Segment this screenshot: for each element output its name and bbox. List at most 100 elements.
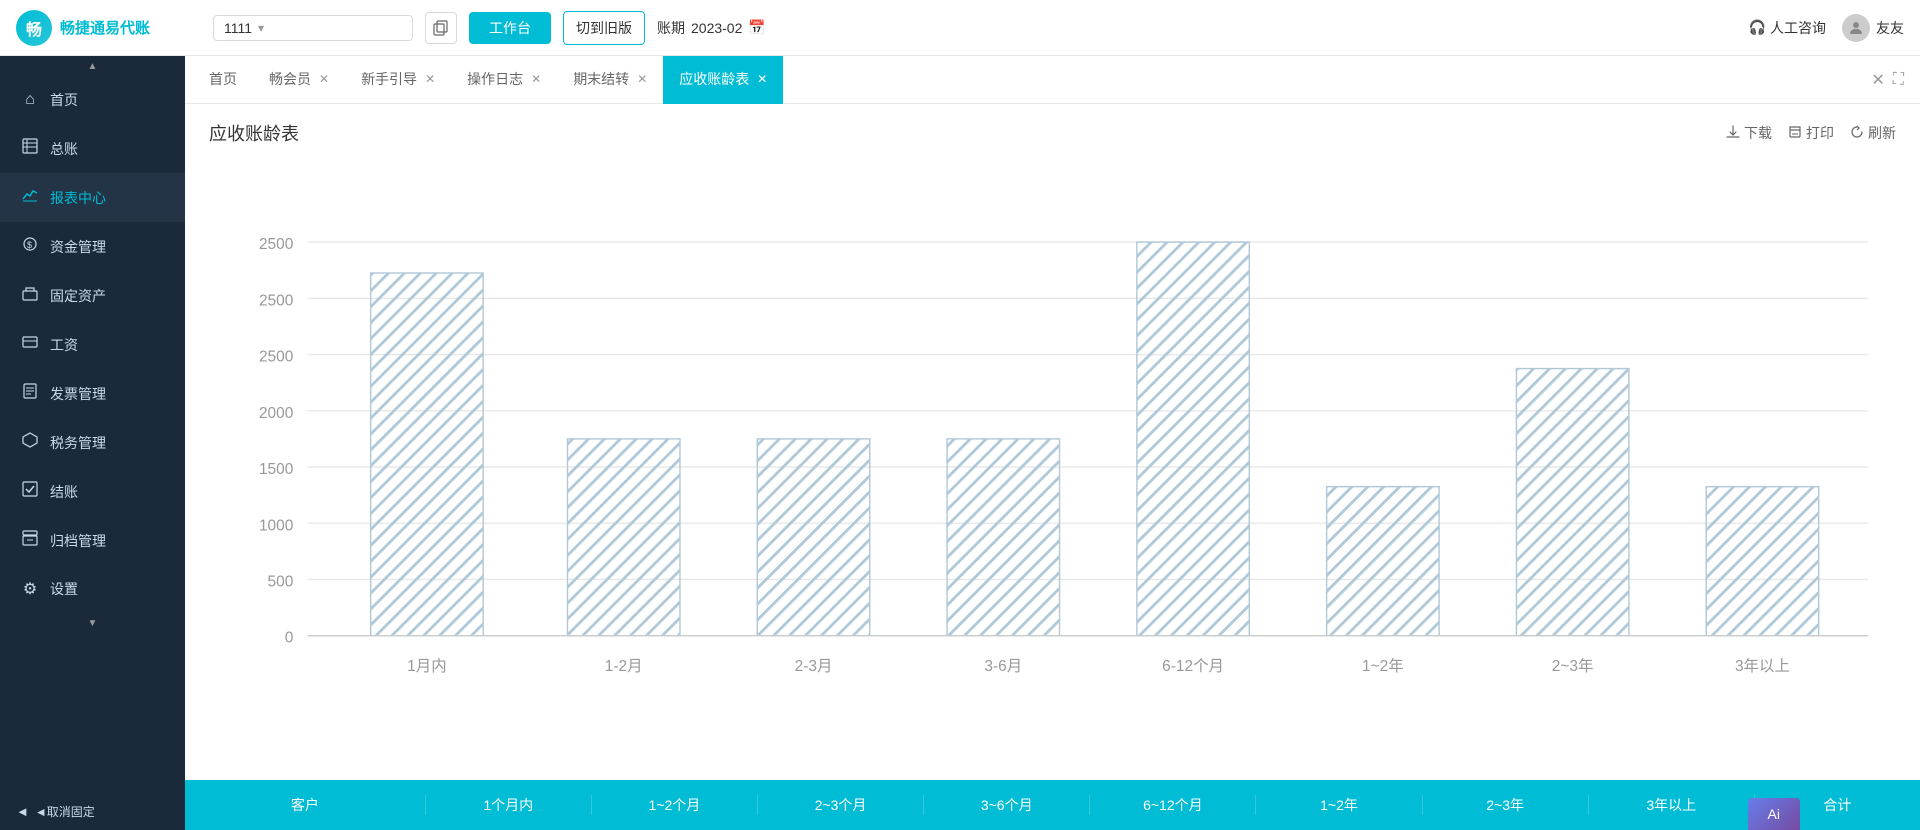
tax-icon	[20, 432, 40, 453]
avatar	[1842, 14, 1870, 42]
sidebar-item-funds[interactable]: $ 资金管理	[0, 222, 185, 271]
page-content: 应收账龄表 下载 打印	[185, 104, 1920, 830]
print-label: 打印	[1806, 123, 1834, 143]
tab-label: 畅会员	[269, 69, 311, 89]
sidebar-item-label: 税务管理	[50, 433, 106, 453]
user-label: 友友	[1876, 18, 1904, 38]
chevron-down-icon: ▾	[258, 21, 264, 35]
chart-area: 0 500 1000 1500 2000 2500 2500 2500	[185, 154, 1920, 780]
table-col-1m: 1个月内	[426, 795, 592, 815]
tab-label: 首页	[209, 69, 237, 89]
svg-text:1000: 1000	[259, 517, 293, 534]
tab-close-icon[interactable]: ✕	[531, 72, 541, 86]
checkout-icon	[20, 481, 40, 502]
tab-label: 应收账龄表	[679, 69, 749, 89]
sidebar-item-invoice[interactable]: 发票管理	[0, 369, 185, 418]
user-area[interactable]: 友友	[1842, 14, 1904, 42]
svg-text:1月内: 1月内	[407, 657, 447, 675]
archive-icon	[20, 530, 40, 551]
copy-button[interactable]	[425, 12, 457, 44]
close-all-icon[interactable]: ✕	[1871, 70, 1884, 90]
sidebar-item-archive[interactable]: 归档管理	[0, 516, 185, 565]
svg-text:2500: 2500	[259, 349, 293, 366]
table-col-2-3m: 2~3个月	[758, 795, 924, 815]
refresh-button[interactable]: 刷新	[1850, 123, 1896, 143]
tab-member[interactable]: 畅会员 ✕	[253, 56, 345, 104]
sidebar-item-salary[interactable]: 工资	[0, 320, 185, 369]
tab-period-end[interactable]: 期末结转 ✕	[557, 56, 663, 104]
sidebar-item-ledger[interactable]: 总账	[0, 124, 185, 173]
sidebar-item-label: 固定资产	[50, 286, 106, 306]
svg-text:2500: 2500	[259, 292, 293, 309]
table-header: 客户 1个月内 1~2个月 2~3个月 3~6个月 6~12个月 1~2年 2~…	[185, 780, 1920, 830]
content-area: 首页 畅会员 ✕ 新手引导 ✕ 操作日志 ✕ 期末结转 ✕ 应收账龄表 ✕	[185, 56, 1920, 830]
tab-close-icon[interactable]: ✕	[757, 72, 767, 86]
salary-icon	[20, 334, 40, 355]
svg-text:2~3年: 2~3年	[1552, 657, 1594, 675]
consult-button[interactable]: 🎧 人工咨询	[1749, 18, 1826, 38]
main-layout: ▲ ⌂ 首页 总账 报表中心 $ 资金管理 固定资产	[0, 56, 1920, 830]
tab-label: 期末结转	[573, 69, 629, 89]
tab-oplog[interactable]: 操作日志 ✕	[451, 56, 557, 104]
sidebar: ▲ ⌂ 首页 总账 报表中心 $ 资金管理 固定资产	[0, 56, 185, 830]
sidebar-item-tax[interactable]: 税务管理	[0, 418, 185, 467]
tab-close-icon[interactable]: ✕	[425, 72, 435, 86]
tab-close-icon[interactable]: ✕	[319, 72, 329, 86]
tab-close-icon[interactable]: ✕	[637, 72, 647, 86]
table-col-1-2y: 1~2年	[1256, 795, 1422, 815]
tab-guide[interactable]: 新手引导 ✕	[345, 56, 451, 104]
invoice-icon	[20, 383, 40, 404]
download-icon	[1726, 125, 1740, 142]
table-col-customer: 客户	[185, 795, 426, 815]
sidebar-item-reports[interactable]: 报表中心	[0, 173, 185, 222]
tab-home[interactable]: 首页	[193, 56, 253, 104]
print-icon	[1788, 125, 1802, 142]
svg-text:3年以上: 3年以上	[1735, 657, 1790, 675]
svg-text:2-3月: 2-3月	[795, 658, 833, 675]
calendar-icon[interactable]: 📅	[748, 19, 765, 36]
sidebar-item-label: 设置	[50, 579, 78, 599]
old-version-button[interactable]: 切到旧版	[563, 11, 645, 45]
period-label: 账期	[657, 18, 685, 38]
cancel-fixed-button[interactable]: ◄ ◄取消固定	[0, 793, 185, 830]
table-col-3-6m: 3~6个月	[924, 795, 1090, 815]
ai-badge[interactable]: Ai	[1748, 798, 1800, 830]
sidebar-scroll-up[interactable]: ▲	[0, 56, 185, 76]
logo-icon: 畅	[16, 10, 52, 46]
svg-text:2000: 2000	[259, 405, 293, 422]
funds-icon: $	[20, 236, 40, 257]
tab-label: 操作日志	[467, 69, 523, 89]
sidebar-item-home[interactable]: ⌂ 首页	[0, 76, 185, 124]
sidebar-scroll-down[interactable]: ▼	[0, 613, 185, 633]
company-selector[interactable]: 1111 ▾	[213, 15, 413, 41]
sidebar-item-assets[interactable]: 固定资产	[0, 271, 185, 320]
logo-area: 畅 畅捷通易代账	[16, 10, 201, 46]
tab-label: 新手引导	[361, 69, 417, 89]
sidebar-item-label: 总账	[50, 139, 78, 159]
tab-actions: ✕ ⛶	[1863, 70, 1912, 90]
table-col-1-2m: 1~2个月	[592, 795, 758, 815]
page-title: 应收账龄表	[209, 120, 299, 146]
top-header: 畅 畅捷通易代账 1111 ▾ 工作台 切到旧版 账期 2023-02 📅 🎧 …	[0, 0, 1920, 56]
download-label: 下载	[1744, 123, 1772, 143]
print-button[interactable]: 打印	[1788, 123, 1834, 143]
reports-icon	[20, 187, 40, 208]
period-area: 账期 2023-02 📅	[657, 18, 766, 38]
tab-bar: 首页 畅会员 ✕ 新手引导 ✕ 操作日志 ✕ 期末结转 ✕ 应收账龄表 ✕	[185, 56, 1920, 104]
sidebar-item-label: 归档管理	[50, 531, 106, 551]
expand-icon[interactable]: ⛶	[1893, 71, 1904, 89]
settings-icon: ⚙	[20, 579, 40, 599]
svg-text:2500: 2500	[259, 236, 293, 253]
workbench-button[interactable]: 工作台	[469, 12, 551, 44]
company-name: 1111	[224, 20, 252, 36]
header-right: 🎧 人工咨询 友友	[1749, 14, 1904, 42]
table-col-3y-plus: 3年以上	[1589, 795, 1755, 815]
tab-aging[interactable]: 应收账龄表 ✕	[663, 56, 783, 104]
logo-text: 畅捷通易代账	[60, 17, 150, 38]
sidebar-item-checkout[interactable]: 结账	[0, 467, 185, 516]
download-button[interactable]: 下载	[1726, 123, 1772, 143]
svg-text:1500: 1500	[259, 461, 293, 478]
sidebar-item-settings[interactable]: ⚙ 设置	[0, 565, 185, 613]
svg-text:500: 500	[268, 573, 294, 590]
svg-text:1~2年: 1~2年	[1362, 657, 1404, 675]
